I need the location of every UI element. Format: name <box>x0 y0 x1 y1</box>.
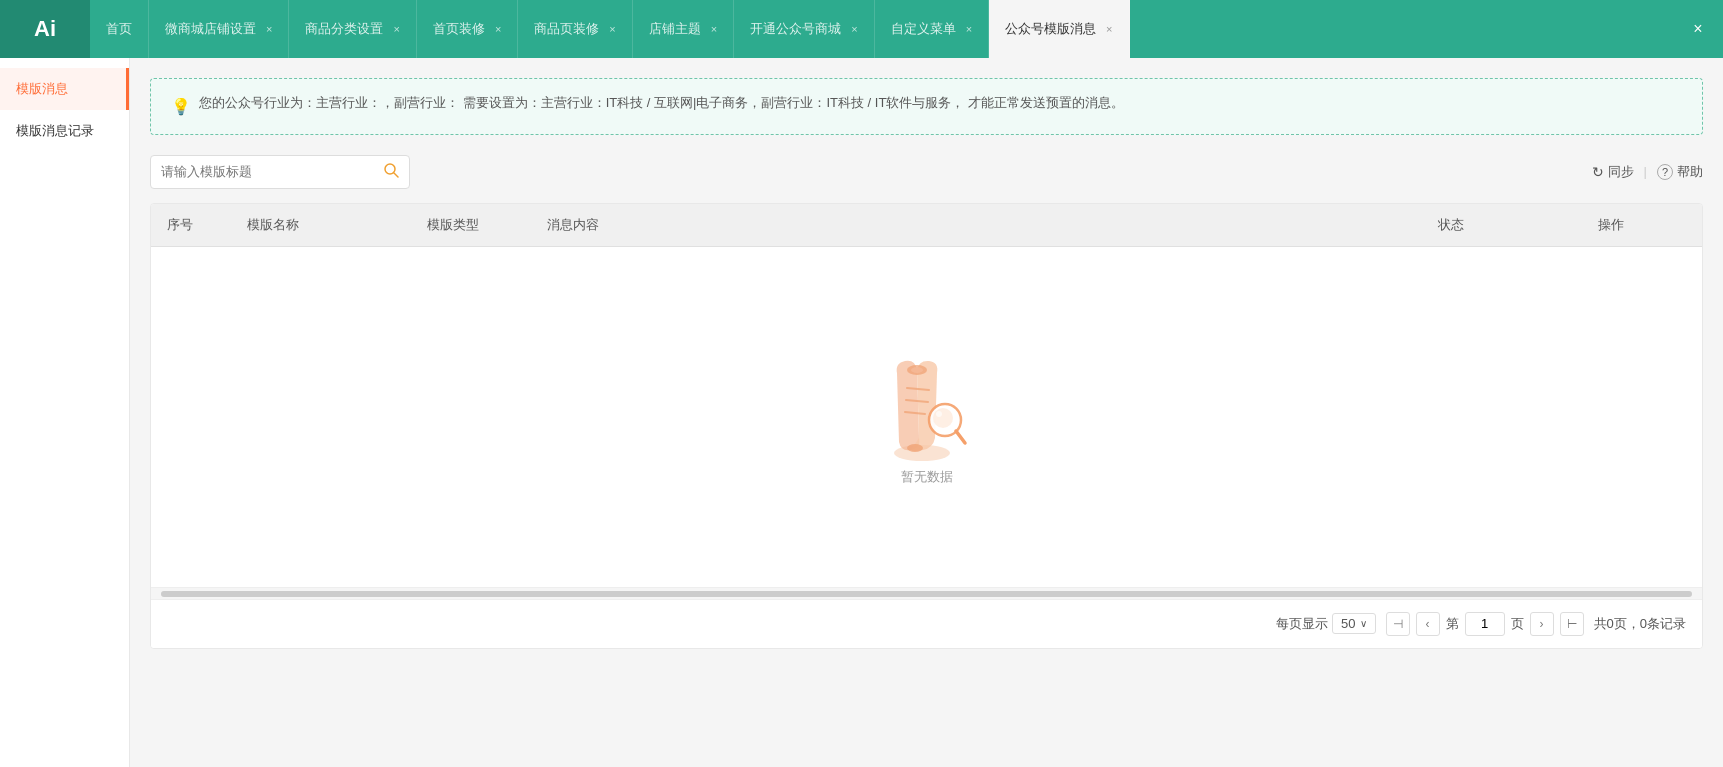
chevron-down-icon: ∨ <box>1360 618 1367 629</box>
tab-open-mall[interactable]: 开通公众号商城 × <box>734 0 874 58</box>
notice-box: 💡 您的公众号行业为：主营行业：，副营行业： 需要设置为：主营行业：IT科技 /… <box>150 78 1703 135</box>
svg-line-11 <box>956 431 965 443</box>
th-index: 序号 <box>151 204 231 246</box>
content-area: 💡 您的公众号行业为：主营行业：，副营行业： 需要设置为：主营行业：IT科技 /… <box>130 58 1723 767</box>
sync-icon: ↻ <box>1592 164 1604 180</box>
tab-shop-theme[interactable]: 店铺主题 × <box>633 0 734 58</box>
svg-point-10 <box>933 408 953 428</box>
tab-close-product-category[interactable]: × <box>393 23 399 35</box>
help-button[interactable]: ? 帮助 <box>1657 163 1703 181</box>
sidebar-item-template-message-record[interactable]: 模版消息记录 <box>0 110 129 152</box>
page-size-selector: 每页显示 50 ∨ <box>1276 613 1375 634</box>
sidebar-item-template-message[interactable]: 模版消息 <box>0 68 129 110</box>
tab-home-decor[interactable]: 首页装修 × <box>417 0 518 58</box>
svg-point-12 <box>936 411 942 417</box>
svg-line-1 <box>394 173 398 177</box>
search-bar: ↻ 同步 | ? 帮助 <box>150 155 1703 189</box>
page-navigation: ⊣ ‹ 第 页 › ⊢ <box>1386 612 1584 636</box>
svg-point-4 <box>911 367 923 373</box>
empty-illustration <box>867 348 987 468</box>
tab-close-custom-menu[interactable]: × <box>966 23 972 35</box>
th-template-type: 模版类型 <box>411 204 531 246</box>
tab-close-shop-theme[interactable]: × <box>711 23 717 35</box>
sync-button[interactable]: ↻ 同步 <box>1592 163 1634 181</box>
tab-custom-menu[interactable]: 自定义菜单 × <box>875 0 989 58</box>
search-input-wrap[interactable] <box>150 155 410 189</box>
th-action: 操作 <box>1582 204 1702 246</box>
table-body: 暂无数据 <box>151 247 1702 587</box>
prev-page-button[interactable]: ‹ <box>1416 612 1440 636</box>
tab-close-shop-settings[interactable]: × <box>266 23 272 35</box>
empty-text: 暂无数据 <box>901 468 953 486</box>
search-actions: ↻ 同步 | ? 帮助 <box>1592 163 1703 181</box>
search-button[interactable] <box>383 162 399 181</box>
scrollbar-track[interactable] <box>161 591 1692 597</box>
lightbulb-icon: 💡 <box>171 94 191 120</box>
table-header: 序号 模版名称 模版类型 消息内容 状态 操作 <box>151 204 1702 247</box>
page-total: 共0页，0条记录 <box>1594 615 1686 633</box>
th-status: 状态 <box>1422 204 1582 246</box>
pagination: 每页显示 50 ∨ ⊣ ‹ 第 页 › ⊢ 共0页，0条记录 <box>151 599 1702 648</box>
page-size-select-box[interactable]: 50 ∨ <box>1332 613 1375 634</box>
main-layout: 模版消息 模版消息记录 💡 您的公众号行业为：主营行业：，副营行业： 需要设置为… <box>0 58 1723 767</box>
svg-point-5 <box>907 444 923 452</box>
help-icon: ? <box>1657 164 1673 180</box>
tab-close-template-msg[interactable]: × <box>1106 23 1112 35</box>
page-number-input[interactable] <box>1465 612 1505 636</box>
last-page-button[interactable]: ⊢ <box>1560 612 1584 636</box>
tab-product-decor[interactable]: 商品页装修 × <box>518 0 632 58</box>
table-scrollbar[interactable] <box>151 587 1702 599</box>
search-input[interactable] <box>161 164 383 179</box>
next-page-button[interactable]: › <box>1530 612 1554 636</box>
tab-close-home-decor[interactable]: × <box>495 23 501 35</box>
window-close-button[interactable]: × <box>1673 0 1723 58</box>
tab-template-msg[interactable]: 公众号模版消息 × <box>989 0 1129 58</box>
first-page-button[interactable]: ⊣ <box>1386 612 1410 636</box>
tab-home[interactable]: 首页 <box>90 0 149 58</box>
tab-close-open-mall[interactable]: × <box>851 23 857 35</box>
th-template-name: 模版名称 <box>231 204 411 246</box>
th-message-content: 消息内容 <box>531 204 1422 246</box>
tab-product-category[interactable]: 商品分类设置 × <box>289 0 416 58</box>
nav-tabs-container: 首页 微商城店铺设置 × 商品分类设置 × 首页装修 × 商品页装修 × 店铺主… <box>90 0 1723 58</box>
sidebar: 模版消息 模版消息记录 <box>0 58 130 767</box>
top-navigation: Ai 首页 微商城店铺设置 × 商品分类设置 × 首页装修 × 商品页装修 × … <box>0 0 1723 58</box>
tab-shop-settings[interactable]: 微商城店铺设置 × <box>149 0 289 58</box>
divider: | <box>1644 164 1647 179</box>
notice-content: 您的公众号行业为：主营行业：，副营行业： 需要设置为：主营行业：IT科技 / 互… <box>199 93 1124 114</box>
data-table: 序号 模版名称 模版类型 消息内容 状态 操作 <box>150 203 1703 649</box>
app-logo: Ai <box>0 0 90 58</box>
tab-close-product-decor[interactable]: × <box>609 23 615 35</box>
